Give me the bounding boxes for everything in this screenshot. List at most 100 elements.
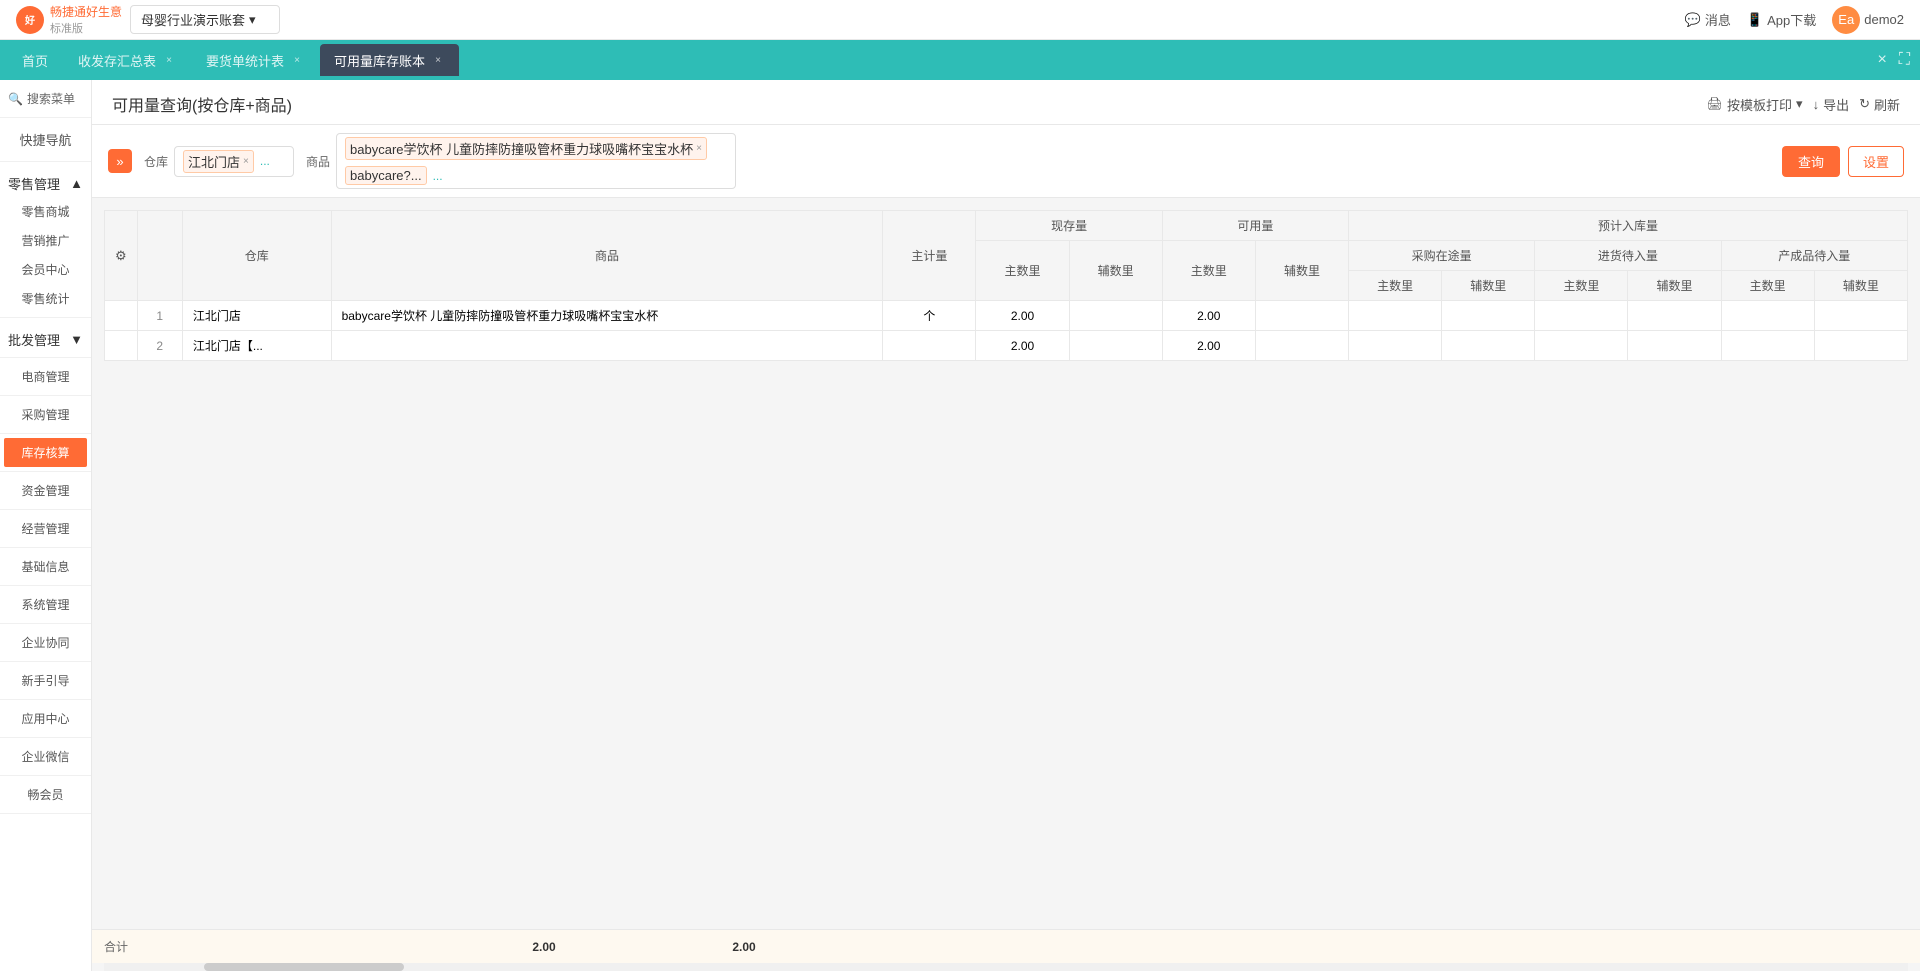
td-avail-aux-1 [1255,301,1348,331]
sidebar-item-marketing[interactable]: 营销推广 [0,226,91,255]
chevron-up-icon: ▲ [70,176,83,191]
td-product-2 [331,331,883,361]
avatar: Ea [1832,6,1860,34]
table-area: ⚙ 仓库 商品 主计量 现存量 可用量 预计入库量 主数里 辅数里 主数里 [92,198,1920,929]
td-index-1: 1 [137,301,182,331]
sidebar-item-purchase[interactable]: 采购管理 [0,400,91,429]
th-current-stock: 现存量 [976,211,1162,241]
sidebar-section-retail: 零售管理 ▲ 零售商城 营销推广 会员中心 零售统计 [0,162,91,318]
chevron-down-icon: ▾ [1796,96,1803,112]
sidebar-section-app-center: 应用中心 [0,700,91,738]
sidebar-wholesale-header[interactable]: 批发管理 ▼ [0,322,91,353]
tab-home[interactable]: 首页 [8,44,62,76]
sidebar-item-inventory[interactable]: 库存核算 [4,438,87,467]
top-bar-right: 💬 消息 📱 App下载 Ea demo2 [1685,6,1904,34]
warehouse-more-button[interactable]: ... [260,154,270,168]
scrollbar-thumb[interactable] [204,963,404,971]
settings-button[interactable]: 设置 [1848,146,1904,177]
sidebar-item-app-center[interactable]: 应用中心 [0,704,91,733]
phone-icon: 📱 [1747,12,1763,28]
product-filter-label: 商品 [306,153,330,170]
product-tag-1-close[interactable]: × [696,143,702,154]
sidebar-item-system[interactable]: 系统管理 [0,590,91,619]
warehouse-filter-label: 仓库 [144,153,168,170]
footer-avail-main: 2.00 [694,940,794,954]
th-avail-main: 主数里 [1162,241,1255,301]
sidebar-section-wechat: 企业微信 [0,738,91,776]
sidebar-item-retail-stats[interactable]: 零售统计 [0,284,91,313]
sidebar-item-retail-mall[interactable]: 零售商城 [0,197,91,226]
table-row: 1 江北门店 babycare学饮杯 儿童防摔防撞吸管杯重力球吸嘴杯宝宝水杯 个… [105,301,1908,331]
td-warehouse-1: 江北门店 [182,301,331,331]
sidebar-item-wechat[interactable]: 企业微信 [0,742,91,771]
tab-available-stock[interactable]: 可用量库存账本 × [320,44,459,76]
tab-order-stats[interactable]: 要货单统计表 × [192,44,318,76]
td-settings-2 [105,331,138,361]
td-curr-aux-2 [1069,331,1162,361]
app-download-button[interactable]: 📱 App下载 [1747,10,1816,29]
th-current-main: 主数里 [976,241,1069,301]
th-available: 可用量 [1162,211,1348,241]
sidebar-item-members[interactable]: 会员中心 [0,255,91,284]
footer-cells: 2.00 2.00 [194,940,1908,954]
page-title: 可用量查询(按仓库+商品) [112,92,292,116]
product-more-button[interactable]: ... [433,169,443,183]
footer-spacer [194,940,494,954]
close-window-icon[interactable]: × [1875,49,1888,71]
footer-current-main: 2.00 [494,940,594,954]
th-warehouse: 仓库 [182,211,331,301]
table-footer: 合计 2.00 2.00 [92,929,1920,963]
product-filter-input[interactable]: babycare学饮杯 儿童防摔防撞吸管杯重力球吸嘴杯宝宝水杯 × babyca… [336,133,736,189]
td-curr-main-1: 2.00 [976,301,1069,331]
chevron-down-icon: ▼ [70,332,83,347]
th-settings[interactable]: ⚙ [105,211,138,301]
tab-income[interactable]: 收发存汇总表 × [64,44,190,76]
search-icon: 🔍 [8,92,23,106]
sidebar-item-new-guide[interactable]: 新手引导 [0,666,91,695]
search-menu-button[interactable]: 🔍 搜索菜单 [0,80,91,118]
th-purchase-wait: 进货待入量 [1535,241,1721,271]
sidebar-item-quick-nav[interactable]: 快捷导航 [0,122,91,157]
td-curr-aux-1 [1069,301,1162,331]
user-profile[interactable]: Ea demo2 [1832,6,1904,34]
sidebar-section-member: 畅会员 [0,776,91,814]
sidebar-item-cooperation[interactable]: 企业协同 [0,628,91,657]
sidebar-item-ecommerce[interactable]: 电商管理 [0,362,91,391]
export-button[interactable]: ↓ 导出 [1813,95,1850,114]
sidebar: 🔍 搜索菜单 快捷导航 零售管理 ▲ 零售商城 营销推广 会员中心 零售统计 批… [0,80,92,971]
message-button[interactable]: 💬 消息 [1685,10,1731,29]
sidebar-item-operations[interactable]: 经营管理 [0,514,91,543]
sidebar-item-basic-info[interactable]: 基础信息 [0,552,91,581]
maximize-window-icon[interactable]: ⛶ [1897,49,1912,71]
sidebar-section-inventory: 库存核算 [0,434,91,472]
warehouse-filter-input[interactable]: 江北门店 × ... [174,146,294,177]
sidebar-section-purchase: 采购管理 [0,396,91,434]
th-prod-main: 主数里 [1721,271,1814,301]
sidebar-item-member[interactable]: 畅会员 [0,780,91,809]
product-filter-group: 商品 babycare学饮杯 儿童防摔防撞吸管杯重力球吸嘴杯宝宝水杯 × bab… [306,133,736,189]
tab-close-income[interactable]: × [162,53,176,67]
tab-close-order-stats[interactable]: × [290,53,304,67]
td-pw-aux-2 [1628,331,1721,361]
filter-toggle-button[interactable]: » [108,149,132,173]
warehouse-tag-close[interactable]: × [243,156,249,167]
th-po-main: 主数里 [1349,271,1442,301]
logo-text: 畅捷通好生意 [50,3,122,20]
quick-nav: 快捷导航 [0,118,91,162]
td-curr-main-2: 2.00 [976,331,1069,361]
td-po-main-1 [1349,301,1442,331]
sidebar-section-new-guide: 新手引导 [0,662,91,700]
logo-area: 好 畅捷通好生意 标准版 [16,3,122,36]
tab-close-available-stock[interactable]: × [431,53,445,67]
scrollbar-area[interactable] [104,963,1908,971]
industry-select[interactable]: 母婴行业演示账套 ▾ [130,5,280,34]
td-unit-1: 个 [883,301,976,331]
sidebar-item-finance[interactable]: 资金管理 [0,476,91,505]
th-po-aux: 辅数里 [1442,271,1535,301]
th-production-wait: 产成品待入量 [1721,241,1907,271]
sidebar-retail-header[interactable]: 零售管理 ▲ [0,166,91,197]
message-icon: 💬 [1685,12,1701,28]
template-print-button[interactable]: 🖨 按模板打印 ▾ [1707,95,1803,114]
query-button[interactable]: 查询 [1782,146,1840,177]
refresh-button[interactable]: ↻ 刷新 [1859,95,1900,114]
